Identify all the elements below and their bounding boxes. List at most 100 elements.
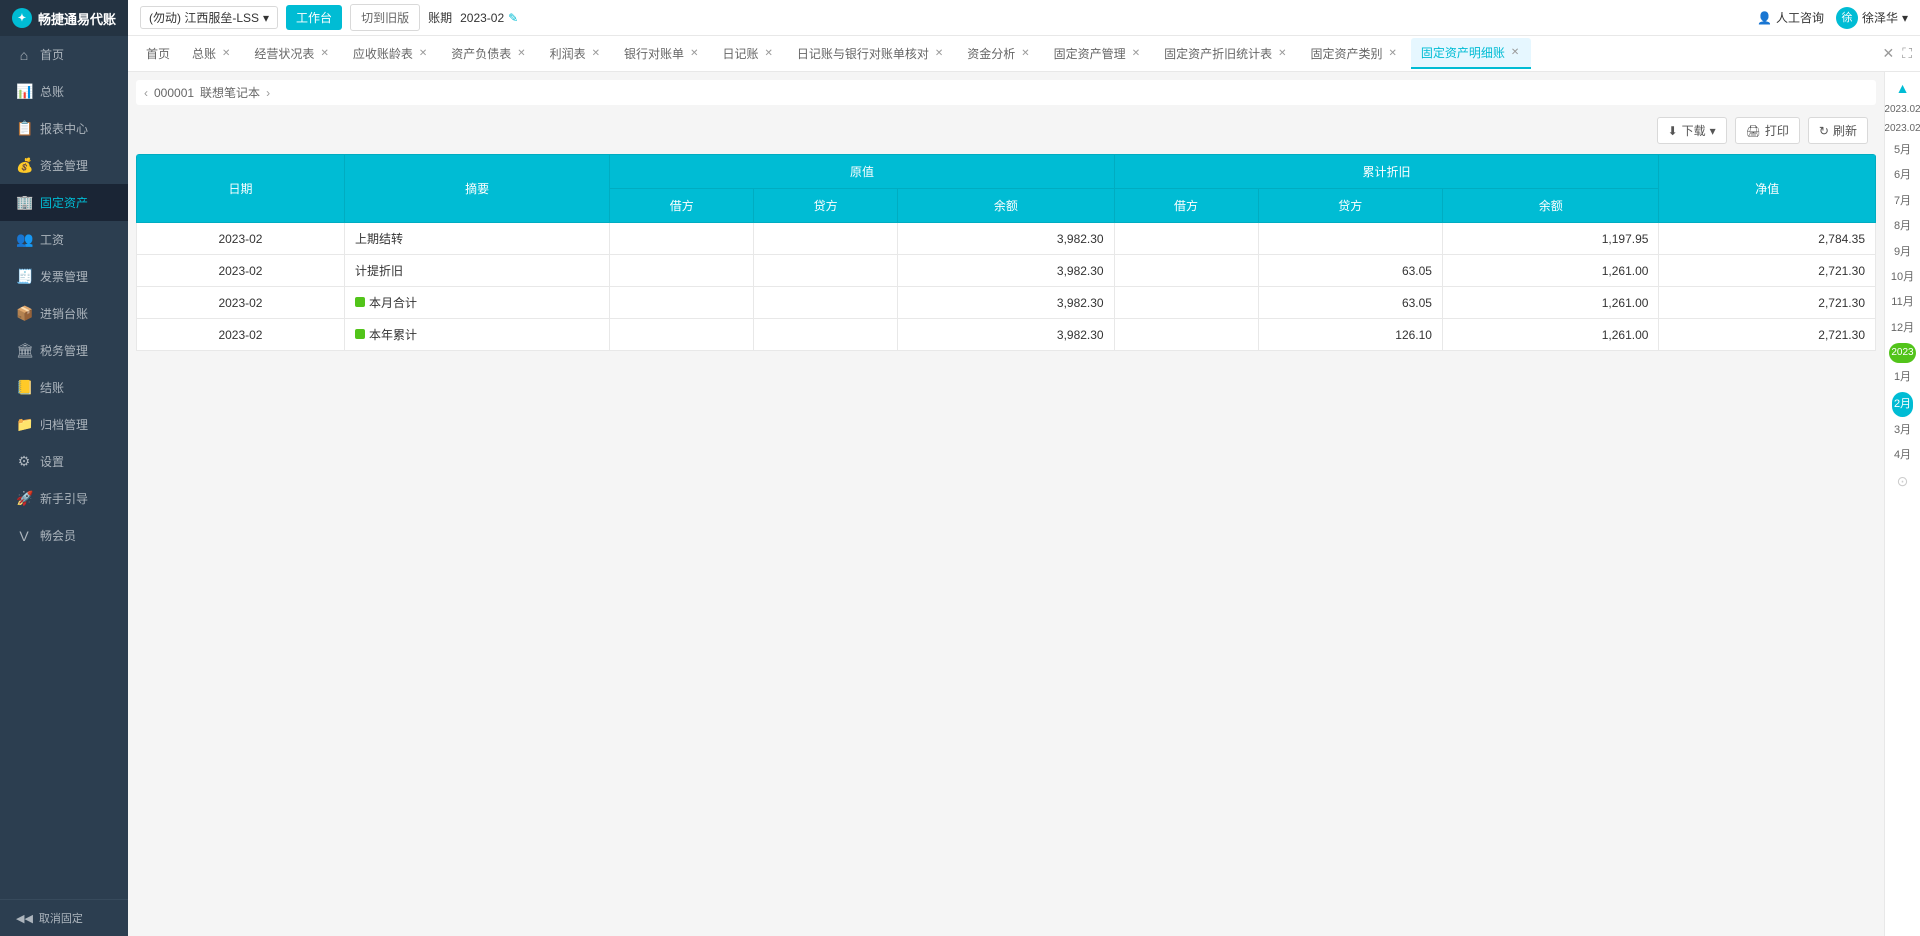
- month-item-5月[interactable]: 5月: [1889, 138, 1916, 163]
- tab-actions: ✕ ⛶: [1882, 45, 1912, 62]
- sidebar-item-4[interactable]: 🏢固定资产: [0, 184, 128, 221]
- cell-date: 2023-02: [137, 319, 345, 351]
- month-item-10月[interactable]: 10月: [1889, 265, 1916, 290]
- cell-dep-credit: 63.05: [1258, 287, 1442, 319]
- month-item-12月[interactable]: 12月: [1889, 316, 1916, 341]
- month-item-6月[interactable]: 6月: [1889, 163, 1916, 188]
- tab-fund-analysis[interactable]: 资金分析 ✕: [957, 39, 1041, 68]
- user-menu[interactable]: 徐 徐泽华 ▾: [1836, 7, 1908, 29]
- tab-bank-statement[interactable]: 银行对账单 ✕: [614, 39, 710, 68]
- tab-journal-close[interactable]: ✕: [762, 47, 774, 60]
- month-item-11月[interactable]: 11月: [1889, 290, 1916, 315]
- col-dep-debit: 借方: [1114, 189, 1258, 223]
- tab-income[interactable]: 利润表 ✕: [540, 39, 612, 68]
- sidebar-item-5[interactable]: 👥工资: [0, 221, 128, 258]
- user-dropdown-icon: ▾: [1902, 11, 1908, 25]
- tab-fa-category[interactable]: 固定资产类别 ✕: [1300, 39, 1408, 68]
- cell-net-value: 2,721.30: [1659, 255, 1876, 287]
- sidebar-item-13[interactable]: V畅会员: [0, 517, 128, 554]
- cell-orig-credit: [754, 319, 898, 351]
- cell-dep-debit: [1114, 223, 1258, 255]
- tab-home[interactable]: 首页: [136, 39, 180, 68]
- month-2023-item-3月[interactable]: 3月: [1888, 418, 1917, 443]
- unpin-button[interactable]: ◀◀ 取消固定: [0, 899, 128, 936]
- sidebar-item-11[interactable]: ⚙设置: [0, 443, 128, 480]
- cell-orig-debit: [610, 319, 754, 351]
- period-value: 2023-02 ✎: [460, 11, 518, 25]
- tab-operations[interactable]: 经营状况表 ✕: [244, 39, 340, 68]
- month-item-9月[interactable]: 9月: [1889, 240, 1916, 265]
- tab-ledger[interactable]: 总账 ✕: [182, 39, 242, 68]
- right-panel: ▲ 2023.02 2023.02 5月6月7月8月9月10月11月12月 20…: [1884, 72, 1920, 936]
- sidebar-item-10[interactable]: 📁归档管理: [0, 406, 128, 443]
- sidebar-item-2[interactable]: 📋报表中心: [0, 110, 128, 147]
- refresh-button[interactable]: ↻ 刷新: [1808, 117, 1868, 144]
- tab-journal[interactable]: 日记账 ✕: [712, 39, 784, 68]
- breadcrumb-asset-name: 联想笔记本: [200, 84, 260, 101]
- help-button[interactable]: 👤 人工咨询: [1757, 9, 1824, 26]
- sidebar-item-1[interactable]: 📊总账: [0, 73, 128, 110]
- breadcrumb: ‹ 000001 联想笔记本 ›: [136, 80, 1876, 105]
- tab-fa-management[interactable]: 固定资产管理 ✕: [1044, 39, 1152, 68]
- sidebar-item-8[interactable]: 🏛税务管理: [0, 332, 128, 369]
- logo-text: 畅捷通易代账: [38, 9, 116, 28]
- sidebar-icon-9: 📒: [16, 379, 32, 396]
- sidebar-item-0[interactable]: ⌂首页: [0, 36, 128, 73]
- sidebar-label-12: 新手引导: [40, 490, 88, 507]
- year-label: 2023: [1889, 343, 1916, 363]
- sidebar-item-12[interactable]: 🚀新手引导: [0, 480, 128, 517]
- cell-dep-credit: 126.10: [1258, 319, 1442, 351]
- month-2023-item-2月[interactable]: 2月: [1892, 392, 1913, 417]
- company-name: (勿动) 江西服垒-LSS: [149, 9, 259, 26]
- old-version-button[interactable]: 切到旧版: [350, 4, 420, 31]
- breadcrumb-back-arrow[interactable]: ‹: [144, 86, 148, 100]
- edit-period-icon[interactable]: ✎: [508, 11, 518, 25]
- tab-operations-close[interactable]: ✕: [318, 47, 330, 60]
- cell-dep-credit: 63.05: [1258, 255, 1442, 287]
- tab-balance-sheet-close[interactable]: ✕: [515, 47, 527, 60]
- print-button[interactable]: 🖨 打印: [1735, 117, 1800, 144]
- month-2023-item-4月[interactable]: 4月: [1888, 443, 1917, 468]
- sidebar-label-5: 工资: [40, 231, 64, 248]
- tab-expand-icon[interactable]: ⛶: [1902, 45, 1912, 62]
- sidebar-item-9[interactable]: 📒结账: [0, 369, 128, 406]
- cell-dep-debit: [1114, 319, 1258, 351]
- tab-bank-reconcile-close[interactable]: ✕: [933, 47, 945, 60]
- tab-fa-detail[interactable]: 固定资产明细账 ✕: [1411, 38, 1531, 69]
- tab-ar-aging-close[interactable]: ✕: [417, 47, 429, 60]
- tab-fa-detail-close[interactable]: ✕: [1509, 46, 1521, 59]
- company-selector[interactable]: (勿动) 江西服垒-LSS ▾: [140, 6, 278, 29]
- tab-balance-sheet[interactable]: 资产负债表 ✕: [441, 39, 537, 68]
- app-logo: ✦ 畅捷通易代账: [0, 0, 128, 36]
- sidebar-icon-4: 🏢: [16, 194, 32, 211]
- sidebar-icon-2: 📋: [16, 120, 32, 137]
- tab-bank-statement-close[interactable]: ✕: [688, 47, 700, 60]
- download-button[interactable]: ⬇ 下载 ▾: [1657, 117, 1727, 144]
- month-2023-item-1月[interactable]: 1月: [1888, 365, 1917, 390]
- sidebar-icon-6: 🧾: [16, 268, 32, 285]
- scroll-up-button[interactable]: ▲: [1892, 76, 1914, 100]
- tab-ar-aging[interactable]: 应收账龄表 ✕: [343, 39, 439, 68]
- tab-home-label: 首页: [146, 45, 170, 62]
- sidebar-item-7[interactable]: 📦进销台账: [0, 295, 128, 332]
- workbench-button[interactable]: 工作台: [286, 5, 342, 30]
- sidebar-item-6[interactable]: 🧾发票管理: [0, 258, 128, 295]
- sidebar-label-0: 首页: [40, 46, 64, 63]
- tab-fa-depreciation[interactable]: 固定资产折旧统计表 ✕: [1154, 39, 1298, 68]
- cell-orig-balance: 3,982.30: [898, 287, 1114, 319]
- month-item-8月[interactable]: 8月: [1889, 214, 1916, 239]
- month-item-7月[interactable]: 7月: [1889, 189, 1916, 214]
- cell-orig-credit: [754, 287, 898, 319]
- sidebar-item-3[interactable]: 💰资金管理: [0, 147, 128, 184]
- cell-orig-balance: 3,982.30: [898, 319, 1114, 351]
- tab-close-all-icon[interactable]: ✕: [1882, 45, 1894, 62]
- tab-ledger-close[interactable]: ✕: [220, 47, 232, 60]
- tab-fa-depreciation-close[interactable]: ✕: [1276, 47, 1288, 60]
- tab-fund-analysis-close[interactable]: ✕: [1019, 47, 1031, 60]
- breadcrumb-forward-arrow[interactable]: ›: [266, 86, 270, 100]
- cell-orig-credit: [754, 255, 898, 287]
- tab-fa-management-close[interactable]: ✕: [1130, 47, 1142, 60]
- tab-bank-reconcile[interactable]: 日记账与银行对账单核对 ✕: [787, 39, 955, 68]
- tab-income-close[interactable]: ✕: [590, 47, 602, 60]
- tab-fa-category-close[interactable]: ✕: [1387, 47, 1399, 60]
